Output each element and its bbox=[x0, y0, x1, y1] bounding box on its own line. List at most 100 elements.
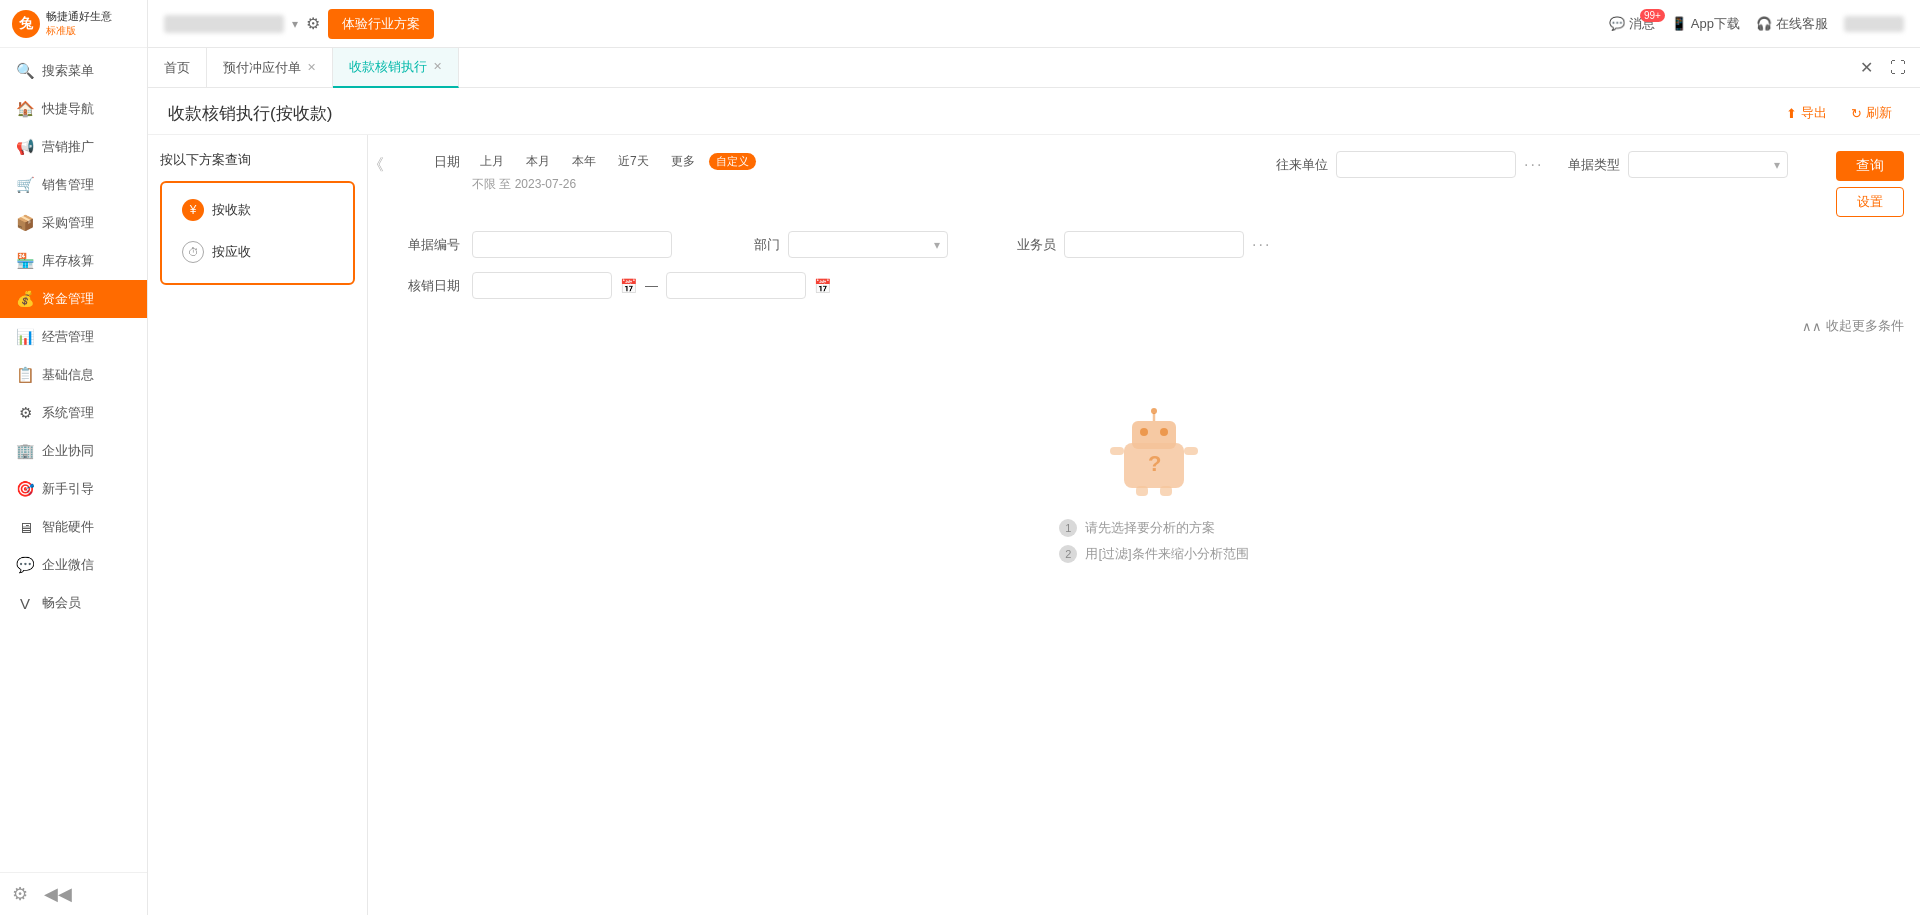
counterpart-input[interactable] bbox=[1336, 151, 1516, 178]
header-gear-icon[interactable]: ⚙ bbox=[306, 14, 320, 33]
page-title-bar: 收款核销执行(按收款) ⬆ 导出 ↻ 刷新 bbox=[148, 88, 1920, 135]
guide-icon: 🎯 bbox=[16, 480, 34, 498]
department-filter-group: 部门 ▾ bbox=[724, 231, 948, 258]
sidebar-item-enterprise[interactable]: 🏢 企业协同 bbox=[0, 432, 147, 470]
date-more[interactable]: 更多 bbox=[663, 151, 703, 172]
date-this-month[interactable]: 本月 bbox=[518, 151, 558, 172]
industry-solution-button[interactable]: 体验行业方案 bbox=[328, 9, 434, 39]
writeoff-end-calendar-icon[interactable]: 📅 bbox=[814, 278, 831, 294]
sidebar-label-enterprise: 企业协同 bbox=[42, 442, 94, 460]
company-name-blurred bbox=[164, 15, 284, 33]
settings-button[interactable]: 设置 bbox=[1836, 187, 1904, 217]
dropdown-arrow-icon[interactable]: ▾ bbox=[292, 17, 298, 31]
sidebar-item-member[interactable]: V 畅会员 bbox=[0, 584, 147, 622]
online-service-button[interactable]: 🎧 在线客服 bbox=[1756, 15, 1828, 33]
writeoff-start-calendar-icon[interactable]: 📅 bbox=[620, 278, 637, 294]
svg-rect-9 bbox=[1160, 486, 1172, 496]
date-separator: — bbox=[645, 278, 658, 293]
sidebar-label-purchase: 采购管理 bbox=[42, 214, 94, 232]
writeoff-start-date-input[interactable]: 2023-03-01 bbox=[472, 272, 612, 299]
sales-icon: 🛒 bbox=[16, 176, 34, 194]
left-panel-collapse-button[interactable]: 《 bbox=[368, 135, 388, 915]
tab-prepay-label: 预付冲应付单 bbox=[223, 59, 301, 77]
sidebar-item-purchase[interactable]: 📦 采购管理 bbox=[0, 204, 147, 242]
date-7days[interactable]: 近7天 bbox=[610, 151, 657, 172]
sidebar-item-inventory[interactable]: 🏪 库存核算 bbox=[0, 242, 147, 280]
message-button[interactable]: 💬 消息 99+ bbox=[1609, 15, 1655, 33]
tab-bar: 首页 预付冲应付单 ✕ 收款核销执行 ✕ ✕ ⛶ bbox=[148, 48, 1920, 88]
doc-number-input[interactable] bbox=[472, 231, 672, 258]
date-last-month[interactable]: 上月 bbox=[472, 151, 512, 172]
operations-icon: 📊 bbox=[16, 328, 34, 346]
export-icon: ⬆ bbox=[1786, 106, 1797, 121]
app-download-label: App下载 bbox=[1691, 15, 1740, 33]
export-button[interactable]: ⬆ 导出 bbox=[1778, 100, 1835, 126]
tab-collection-label: 收款核销执行 bbox=[349, 58, 427, 76]
svg-rect-8 bbox=[1136, 486, 1148, 496]
basic_info-icon: 📋 bbox=[16, 366, 34, 384]
sidebar-item-search[interactable]: 🔍 搜索菜单 bbox=[0, 52, 147, 90]
page-inner: 收款核销执行(按收款) ⬆ 导出 ↻ 刷新 按以下方案查询 bbox=[148, 88, 1920, 915]
header-right: 💬 消息 99+ 📱 App下载 🎧 在线客服 bbox=[1609, 15, 1904, 33]
sidebar-item-system[interactable]: ⚙ 系统管理 bbox=[0, 394, 147, 432]
filter-option-by-receivable[interactable]: ⏱ 按应收 bbox=[170, 233, 345, 271]
salesperson-dots-icon[interactable]: ··· bbox=[1252, 236, 1271, 254]
sidebar-label-wechat: 企业微信 bbox=[42, 556, 94, 574]
marketing-icon: 📢 bbox=[16, 138, 34, 156]
date-filter-label: 日期 bbox=[404, 153, 460, 171]
date-range-text: 不限 至 2023-07-26 bbox=[472, 176, 576, 193]
hint-number-2: 2 bbox=[1059, 545, 1077, 563]
sidebar-item-basic_info[interactable]: 📋 基础信息 bbox=[0, 356, 147, 394]
member-icon: V bbox=[16, 594, 34, 612]
sidebar-item-marketing[interactable]: 📢 营销推广 bbox=[0, 128, 147, 166]
sidebar-label-marketing: 营销推广 bbox=[42, 138, 94, 156]
sidebar-item-operations[interactable]: 📊 经营管理 bbox=[0, 318, 147, 356]
sidebar-collapse-icon[interactable]: ◀◀ bbox=[44, 883, 72, 905]
counterpart-dots-icon[interactable]: ··· bbox=[1524, 156, 1543, 174]
app-download-button[interactable]: 📱 App下载 bbox=[1671, 15, 1740, 33]
refresh-button[interactable]: ↻ 刷新 bbox=[1843, 100, 1900, 126]
query-button[interactable]: 查询 bbox=[1836, 151, 1904, 181]
sidebar-item-wechat[interactable]: 💬 企业微信 bbox=[0, 546, 147, 584]
service-icon: 🎧 bbox=[1756, 16, 1772, 31]
app-download-icon: 📱 bbox=[1671, 16, 1687, 31]
tab-collection-close-icon[interactable]: ✕ bbox=[433, 60, 442, 73]
collapse-more-button[interactable]: ∧∧ 收起更多条件 bbox=[404, 313, 1904, 343]
finance-icon: 💰 bbox=[16, 290, 34, 308]
date-this-year[interactable]: 本年 bbox=[564, 151, 604, 172]
refresh-icon: ↻ bbox=[1851, 106, 1862, 121]
main-area: ▾ ⚙ 体验行业方案 💬 消息 99+ 📱 App下载 🎧 在线客服 首页 bbox=[148, 0, 1920, 915]
sidebar-item-finance[interactable]: 💰 资金管理 bbox=[0, 280, 147, 318]
sidebar-item-sales[interactable]: 🛒 销售管理 bbox=[0, 166, 147, 204]
sidebar-item-hardware[interactable]: 🖥 智能硬件 bbox=[0, 508, 147, 546]
svg-rect-6 bbox=[1110, 447, 1124, 455]
tab-expand-button[interactable]: ⛶ bbox=[1884, 54, 1912, 82]
counterpart-filter-group: 往来单位 ··· bbox=[1272, 151, 1552, 178]
department-select[interactable] bbox=[788, 231, 948, 258]
svg-rect-7 bbox=[1184, 447, 1198, 455]
date-custom-tag[interactable]: 自定义 bbox=[709, 153, 756, 170]
svg-point-2 bbox=[1140, 428, 1148, 436]
tab-home[interactable]: 首页 bbox=[148, 48, 207, 88]
tab-prepay-close-icon[interactable]: ✕ bbox=[307, 61, 316, 74]
tab-home-label: 首页 bbox=[164, 59, 190, 77]
writeoff-end-date-input[interactable]: 2023-07-21 bbox=[666, 272, 806, 299]
salesperson-input[interactable] bbox=[1064, 231, 1244, 258]
system-icon: ⚙ bbox=[16, 404, 34, 422]
doc-type-select[interactable] bbox=[1628, 151, 1788, 178]
department-select-wrapper: ▾ bbox=[788, 231, 948, 258]
tab-collection[interactable]: 收款核销执行 ✕ bbox=[333, 48, 459, 88]
doc-number-label: 单据编号 bbox=[404, 236, 460, 254]
sidebar-label-sales: 销售管理 bbox=[42, 176, 94, 194]
by-receivable-label: 按应收 bbox=[212, 243, 251, 261]
tab-close-button[interactable]: ✕ bbox=[1852, 54, 1880, 82]
filter-left-panel: 按以下方案查询 ¥ 按收款 ⏱ 按应收 bbox=[148, 135, 368, 915]
settings-icon[interactable]: ⚙ bbox=[12, 883, 28, 905]
sidebar-item-guide[interactable]: 🎯 新手引导 bbox=[0, 470, 147, 508]
hint-number-1: 1 bbox=[1059, 519, 1077, 537]
tab-prepay[interactable]: 预付冲应付单 ✕ bbox=[207, 48, 333, 88]
sidebar-item-shortcuts[interactable]: 🏠 快捷导航 bbox=[0, 90, 147, 128]
sidebar-label-search: 搜索菜单 bbox=[42, 62, 94, 80]
user-info-blurred bbox=[1844, 16, 1904, 32]
filter-option-by-receipt[interactable]: ¥ 按收款 bbox=[170, 191, 345, 229]
